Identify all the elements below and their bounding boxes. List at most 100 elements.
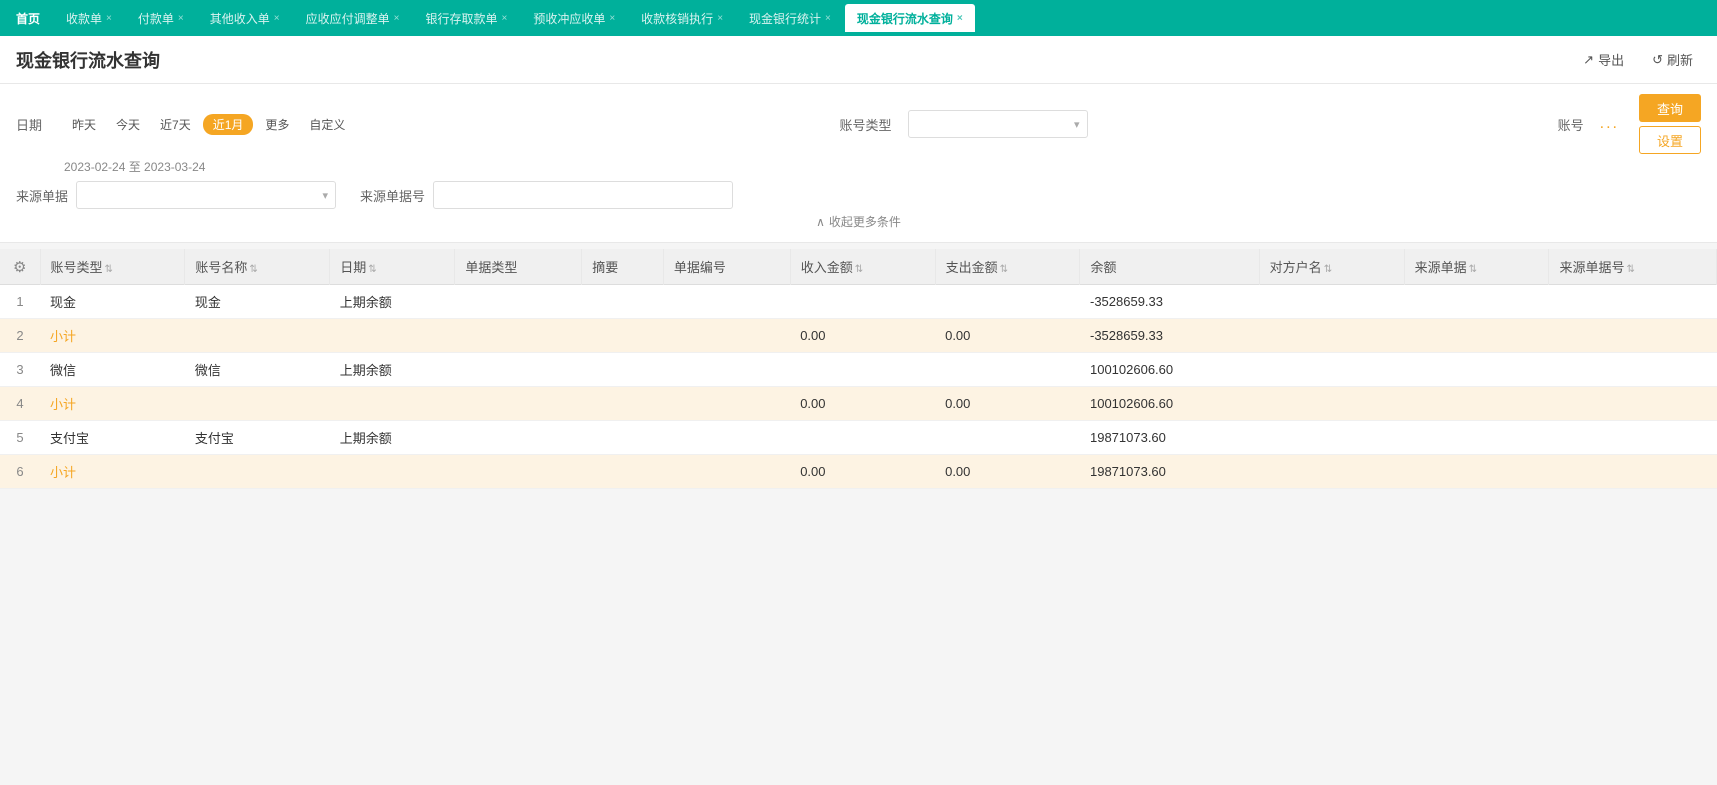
cell-expense	[935, 353, 1080, 387]
cell-summary	[582, 353, 664, 387]
cell-doc-no	[663, 319, 790, 353]
col-expense[interactable]: 支出金额⇅	[935, 249, 1080, 285]
cell-account-type: 小计	[40, 387, 185, 421]
cell-source-doc-no	[1549, 455, 1717, 489]
query-button[interactable]: 查询	[1639, 94, 1701, 122]
cell-source-doc	[1404, 455, 1549, 489]
cell-source-doc	[1404, 387, 1549, 421]
cell-account-name	[185, 455, 330, 489]
nav-tab-liushui[interactable]: 现金银行流水查询 ×	[845, 4, 975, 32]
nav-tab-xianjinyinhang[interactable]: 现金银行统计 ×	[737, 4, 843, 32]
nav-tab-shoukuanhexiao[interactable]: 收款核销执行 ×	[629, 4, 735, 32]
table-row: 6小计0.000.0019871073.60	[0, 455, 1717, 489]
cell-source-doc-no	[1549, 285, 1717, 319]
date-opt-7days[interactable]: 近7天	[152, 114, 199, 135]
refresh-label: 刷新	[1667, 50, 1693, 69]
cell-source-doc	[1404, 421, 1549, 455]
col-account-name[interactable]: 账号名称⇅	[185, 249, 330, 285]
cell-income: 0.00	[790, 319, 935, 353]
col-date[interactable]: 日期⇅	[330, 249, 455, 285]
close-icon[interactable]: ×	[394, 13, 400, 24]
cell-source-doc	[1404, 353, 1549, 387]
cell-source-doc-no	[1549, 387, 1717, 421]
nav-tab-label: 其他收入单	[210, 10, 270, 27]
filter-row-1: 日期 昨天 今天 近7天 近1月 更多 自定义 账号类型 ▾ 账号 ... 查询…	[16, 94, 1701, 154]
col-doc-type: 单据类型	[455, 249, 582, 285]
row-index: 1	[0, 285, 40, 319]
col-source-doc[interactable]: 来源单据⇅	[1404, 249, 1549, 285]
close-icon[interactable]: ×	[957, 13, 963, 24]
account-type-label: 账号类型	[840, 115, 900, 134]
cell-date: 上期余额	[330, 421, 455, 455]
cell-doc-type	[455, 421, 582, 455]
cell-expense: 0.00	[935, 387, 1080, 421]
cell-counterparty	[1259, 353, 1404, 387]
cell-summary	[582, 285, 664, 319]
row-index: 4	[0, 387, 40, 421]
cell-balance: -3528659.33	[1080, 285, 1259, 319]
close-icon[interactable]: ×	[609, 13, 615, 24]
nav-tab-qitashouru[interactable]: 其他收入单 ×	[198, 4, 292, 32]
date-opt-custom[interactable]: 自定义	[301, 114, 353, 135]
refresh-button[interactable]: ↺ 刷新	[1644, 46, 1701, 73]
chevron-up-icon: ∧	[816, 215, 825, 229]
col-doc-no: 单据编号	[663, 249, 790, 285]
cell-doc-no	[663, 455, 790, 489]
close-icon[interactable]: ×	[106, 13, 112, 24]
cell-income	[790, 421, 935, 455]
cell-source-doc	[1404, 285, 1549, 319]
cell-income	[790, 285, 935, 319]
nav-home[interactable]: 首页	[4, 4, 52, 32]
close-icon[interactable]: ×	[178, 13, 184, 24]
col-counterparty[interactable]: 对方户名⇅	[1259, 249, 1404, 285]
nav-tab-fukuandan[interactable]: 付款单 ×	[126, 4, 196, 32]
close-icon[interactable]: ×	[717, 13, 723, 24]
export-label: 导出	[1598, 50, 1624, 69]
cell-summary	[582, 421, 664, 455]
date-opt-yesterday[interactable]: 昨天	[64, 114, 104, 135]
cell-balance: 100102606.60	[1080, 387, 1259, 421]
close-icon[interactable]: ×	[501, 13, 507, 24]
col-account-type[interactable]: 账号类型⇅	[40, 249, 185, 285]
col-income[interactable]: 收入金额⇅	[790, 249, 935, 285]
row-index: 2	[0, 319, 40, 353]
table-header-row: ⚙ 账号类型⇅ 账号名称⇅ 日期⇅ 单据类型 摘要 单据编号 收入金额⇅ 支出金…	[0, 249, 1717, 285]
date-opt-1month[interactable]: 近1月	[203, 114, 254, 135]
cell-account-type: 小计	[40, 455, 185, 489]
cell-income: 0.00	[790, 455, 935, 489]
date-options: 昨天 今天 近7天 近1月 更多 自定义	[64, 114, 353, 135]
cell-summary	[582, 319, 664, 353]
table-row: 4小计0.000.00100102606.60	[0, 387, 1717, 421]
cell-account-type: 现金	[40, 285, 185, 319]
gear-icon[interactable]: ⚙	[13, 259, 26, 276]
close-icon[interactable]: ×	[274, 13, 280, 24]
export-icon: ↗	[1583, 52, 1594, 68]
cell-counterparty	[1259, 387, 1404, 421]
col-settings[interactable]: ⚙	[0, 249, 40, 285]
cell-date	[330, 387, 455, 421]
nav-tab-yingshouyingfu[interactable]: 应收应付调整单 ×	[294, 4, 412, 32]
cell-source-doc-no	[1549, 353, 1717, 387]
settings-button[interactable]: 设置	[1639, 126, 1701, 154]
cell-balance: 19871073.60	[1080, 421, 1259, 455]
col-source-doc-no[interactable]: 来源单据号⇅	[1549, 249, 1717, 285]
cell-balance: 100102606.60	[1080, 353, 1259, 387]
nav-home-label: 首页	[16, 10, 40, 27]
source-doc-select[interactable]	[76, 181, 336, 209]
cell-counterparty	[1259, 421, 1404, 455]
nav-tab-shoukuandan[interactable]: 收款单 ×	[54, 4, 124, 32]
account-dots-button[interactable]: ...	[1596, 115, 1623, 133]
cell-doc-no	[663, 387, 790, 421]
nav-tab-yushou[interactable]: 预收冲应收单 ×	[521, 4, 627, 32]
collapse-bar[interactable]: ∧ 收起更多条件	[16, 209, 1701, 232]
close-icon[interactable]: ×	[825, 13, 831, 24]
cell-doc-no	[663, 353, 790, 387]
date-opt-more[interactable]: 更多	[257, 114, 297, 135]
source-doc-no-input[interactable]	[433, 181, 733, 209]
account-type-select[interactable]	[908, 110, 1088, 138]
export-button[interactable]: ↗ 导出	[1575, 46, 1632, 73]
date-opt-today[interactable]: 今天	[108, 114, 148, 135]
cell-summary	[582, 387, 664, 421]
nav-tab-yinhangcunqu[interactable]: 银行存取款单 ×	[413, 4, 519, 32]
source-doc-label: 来源单据	[16, 186, 68, 205]
